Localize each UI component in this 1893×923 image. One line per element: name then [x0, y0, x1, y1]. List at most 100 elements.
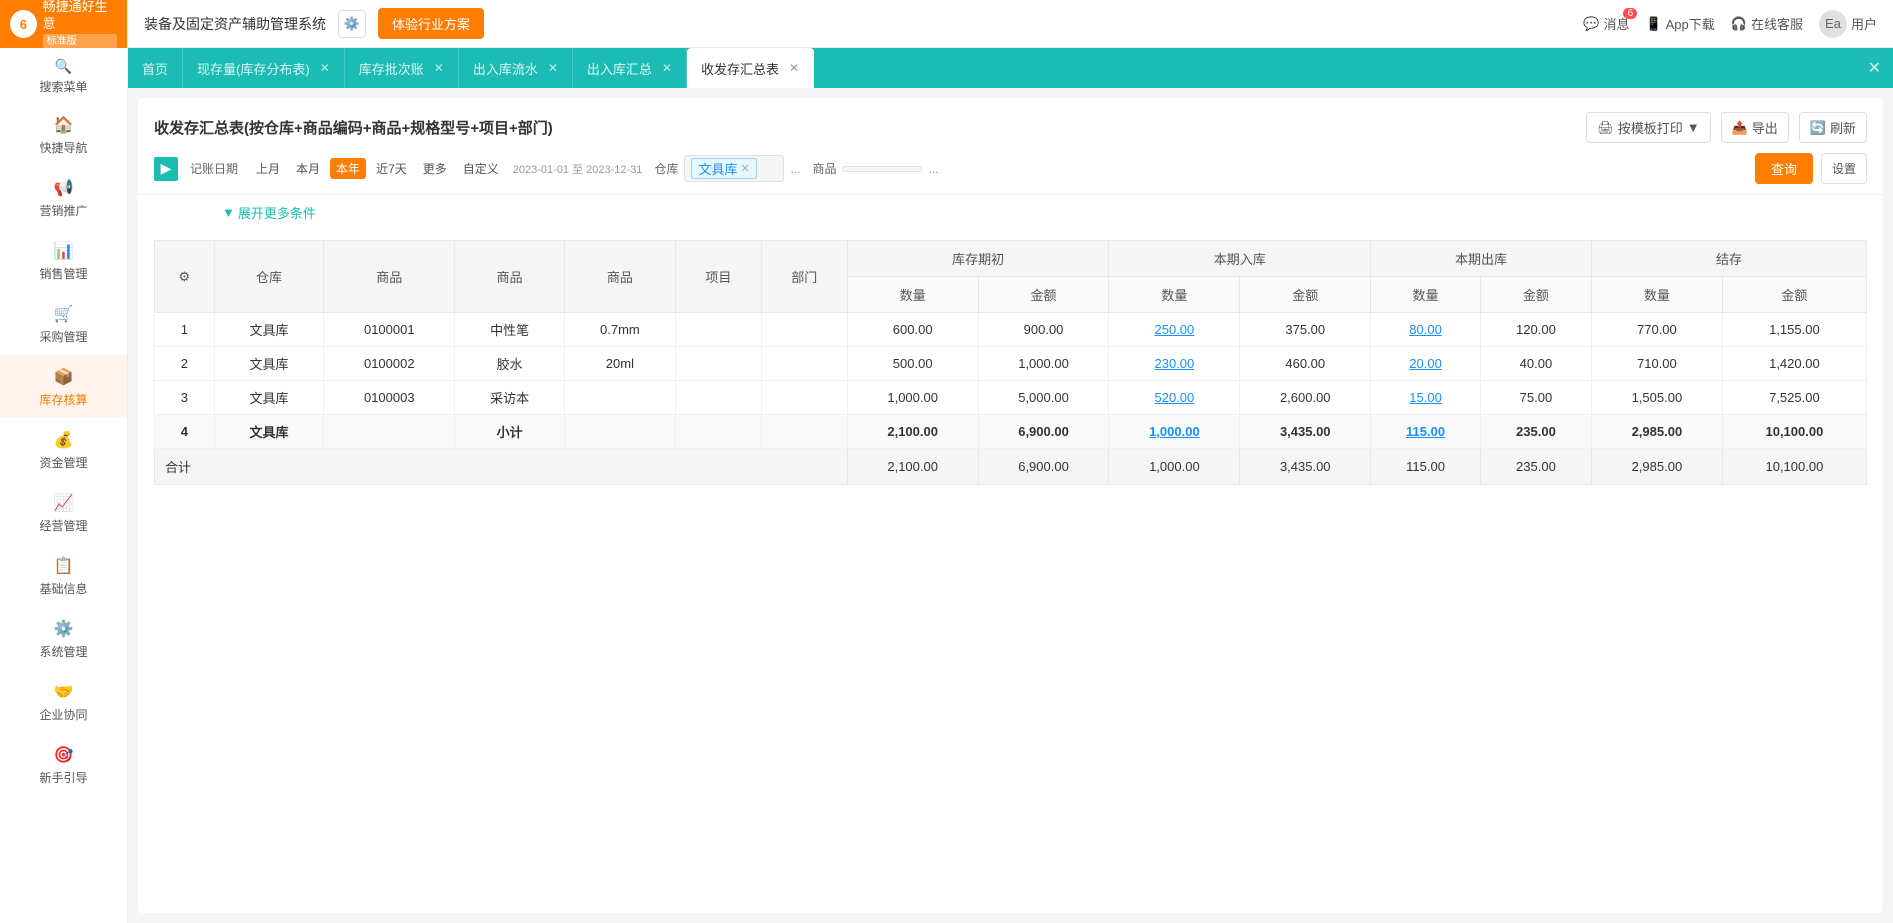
experience-button[interactable]: 体验行业方案 [378, 8, 484, 39]
row-in-qty[interactable]: 230.00 [1109, 347, 1240, 381]
sidebar-item-sales[interactable]: 📊 销售管理 [0, 229, 127, 292]
product-more-button[interactable]: ... [928, 162, 938, 176]
tab-close-batch-ledger[interactable]: ✕ [434, 61, 444, 75]
tab-close-recv-send[interactable]: ✕ [789, 61, 799, 75]
row-opening-amt: 1,000.00 [978, 347, 1109, 381]
refresh-button[interactable]: 🔄 刷新 [1799, 112, 1867, 143]
header-actions: 🖨 按模板打印 ▼ 📤 导出 🔄 刷新 [1586, 112, 1867, 143]
sidebar-item-search[interactable]: 🔍 搜索菜单 [0, 48, 127, 103]
row-in-qty[interactable]: 520.00 [1109, 381, 1240, 415]
row-no: 2 [155, 347, 215, 381]
row-out-qty[interactable]: 80.00 [1371, 313, 1481, 347]
tab-home[interactable]: 首页 [128, 48, 183, 88]
expand-icon: ▼ [222, 205, 235, 220]
footer-opening-qty: 2,100.00 [847, 449, 978, 485]
th-warehouse: 仓库 [214, 241, 324, 313]
date-btn-this-month[interactable]: 本月 [290, 158, 326, 179]
date-btn-last-month[interactable]: 上月 [250, 158, 286, 179]
row-in-amt: 2,600.00 [1240, 381, 1371, 415]
row-out-qty[interactable]: 20.00 [1371, 347, 1481, 381]
row-out-amt: 75.00 [1480, 381, 1591, 415]
app-download-action[interactable]: 📱 App下载 [1645, 14, 1714, 33]
sidebar-item-operations[interactable]: 📈 经营管理 [0, 481, 127, 544]
date-btn-custom[interactable]: 自定义 [457, 158, 505, 179]
th-period-in: 本期入库 [1109, 241, 1371, 277]
home-icon: 🏠 [54, 115, 74, 135]
row-no: 3 [155, 381, 215, 415]
th-product-spec: 商品 [564, 241, 675, 313]
row-product-code: 0100002 [324, 347, 455, 381]
date-btn-this-year[interactable]: 本年 [330, 158, 366, 179]
row-opening-amt: 5,000.00 [978, 381, 1109, 415]
tab-close-in-out-summary[interactable]: ✕ [662, 61, 672, 75]
message-icon: 💬 [1583, 16, 1599, 32]
subtotal-in-qty[interactable]: 1,000.00 [1109, 415, 1240, 449]
filter-settings-button[interactable]: 设置 [1821, 153, 1867, 184]
row-opening-qty: 500.00 [847, 347, 978, 381]
footer-opening-amt: 6,900.00 [978, 449, 1109, 485]
date-btn-last7days[interactable]: 近7天 [370, 158, 413, 179]
topbar-settings-button[interactable]: ⚙️ [338, 10, 366, 38]
expand-more-button[interactable]: ▼ 展开更多条件 [222, 203, 1867, 222]
sidebar-item-guide[interactable]: 🎯 新手引导 [0, 733, 127, 796]
brand-text: 畅捷通好生意 标准版 [43, 0, 117, 49]
sidebar-item-marketing[interactable]: 📢 营销推广 [0, 166, 127, 229]
sidebar-item-system[interactable]: ⚙️ 系统管理 [0, 607, 127, 670]
tab-close-in-out-flow[interactable]: ✕ [548, 61, 558, 75]
tab-stock-dist[interactable]: 现存量(库存分布表) ✕ [183, 48, 345, 88]
sidebar-item-enterprise[interactable]: 🤝 企业协同 [0, 670, 127, 733]
footer-total-row: 合计 2,100.00 6,900.00 1,000.00 3,435.00 1… [155, 449, 1867, 485]
row-product-spec [564, 381, 675, 415]
product-filter-label: 商品 [812, 160, 836, 177]
phone-icon: 📱 [1645, 16, 1661, 32]
row-opening-amt: 900.00 [978, 313, 1109, 347]
target-icon: 🎯 [54, 745, 74, 765]
sidebar-item-finance[interactable]: 💰 资金管理 [0, 418, 127, 481]
print-button[interactable]: 🖨 按模板打印 ▼ [1586, 112, 1710, 143]
user-action[interactable]: Ea 用户 [1819, 10, 1877, 38]
tab-in-out-flow[interactable]: 出入库流水 ✕ [459, 48, 573, 88]
row-product-code: 0100001 [324, 313, 455, 347]
online-service-action[interactable]: 🎧 在线客服 [1731, 14, 1803, 33]
table-settings-icon[interactable]: ⚙ [179, 269, 191, 284]
warehouse-more-button[interactable]: ... [790, 162, 800, 176]
subtotal-out-amt: 235.00 [1480, 415, 1591, 449]
print-icon: 🖨 [1597, 120, 1614, 136]
subtotal-blank2 [564, 415, 675, 449]
page-header: 收发存汇总表(按仓库+商品编码+商品+规格型号+项目+部门) 🖨 按模板打印 ▼… [138, 98, 1883, 143]
sidebar-item-quick-nav[interactable]: 🏠 快捷导航 [0, 103, 127, 166]
message-action[interactable]: 💬 消息 6 [1583, 14, 1629, 33]
th-product-name: 商品 [455, 241, 565, 313]
subtotal-opening-amt: 6,900.00 [978, 415, 1109, 449]
th-opening-qty: 数量 [847, 277, 978, 313]
content-area: 收发存汇总表(按仓库+商品编码+商品+规格型号+项目+部门) 🖨 按模板打印 ▼… [128, 88, 1893, 923]
tab-in-out-summary[interactable]: 出入库汇总 ✕ [573, 48, 687, 88]
subtotal-row: 4 文具库 小计 2,100.00 6,900.00 1,000.00 3,43… [155, 415, 1867, 449]
chevron-down-icon: ▼ [1687, 120, 1700, 135]
date-btn-more[interactable]: 更多 [417, 158, 453, 179]
tab-recv-send-summary[interactable]: 收发存汇总表 ✕ [687, 48, 814, 88]
search-icon: 🔍 [55, 58, 72, 75]
sidebar-item-inventory[interactable]: 📦 库存核算 [0, 355, 127, 418]
th-settings[interactable]: ⚙ [155, 241, 215, 313]
warehouse-tag-input[interactable]: 文具库 ✕ [684, 155, 784, 182]
close-all-tabs-button[interactable]: ✕ [1856, 58, 1893, 78]
query-button[interactable]: 查询 [1755, 153, 1813, 184]
sidebar-item-basic-info[interactable]: 📋 基础信息 [0, 544, 127, 607]
footer-in-amt: 3,435.00 [1240, 449, 1371, 485]
sidebar-header[interactable]: 6 畅捷通好生意 标准版 [0, 0, 127, 48]
subtotal-out-qty[interactable]: 115.00 [1371, 415, 1481, 449]
th-balance-qty: 数量 [1591, 277, 1722, 313]
warehouse-tag-close[interactable]: ✕ [740, 162, 749, 175]
row-in-qty[interactable]: 250.00 [1109, 313, 1240, 347]
product-tag-input[interactable] [842, 166, 922, 172]
table-row: 2 文具库 0100002 胶水 20ml 500.00 1,000.00 23… [155, 347, 1867, 381]
filter-expand-button[interactable]: ▶ [154, 157, 178, 181]
export-button[interactable]: 📤 导出 [1721, 112, 1789, 143]
row-out-qty[interactable]: 15.00 [1371, 381, 1481, 415]
tab-close-stock-dist[interactable]: ✕ [320, 61, 330, 75]
tab-batch-ledger[interactable]: 库存批次账 ✕ [345, 48, 459, 88]
sidebar-item-purchase[interactable]: 🛒 采购管理 [0, 292, 127, 355]
topbar-actions: 💬 消息 6 📱 App下载 🎧 在线客服 Ea 用户 [1583, 10, 1877, 38]
row-product-spec: 0.7mm [564, 313, 675, 347]
